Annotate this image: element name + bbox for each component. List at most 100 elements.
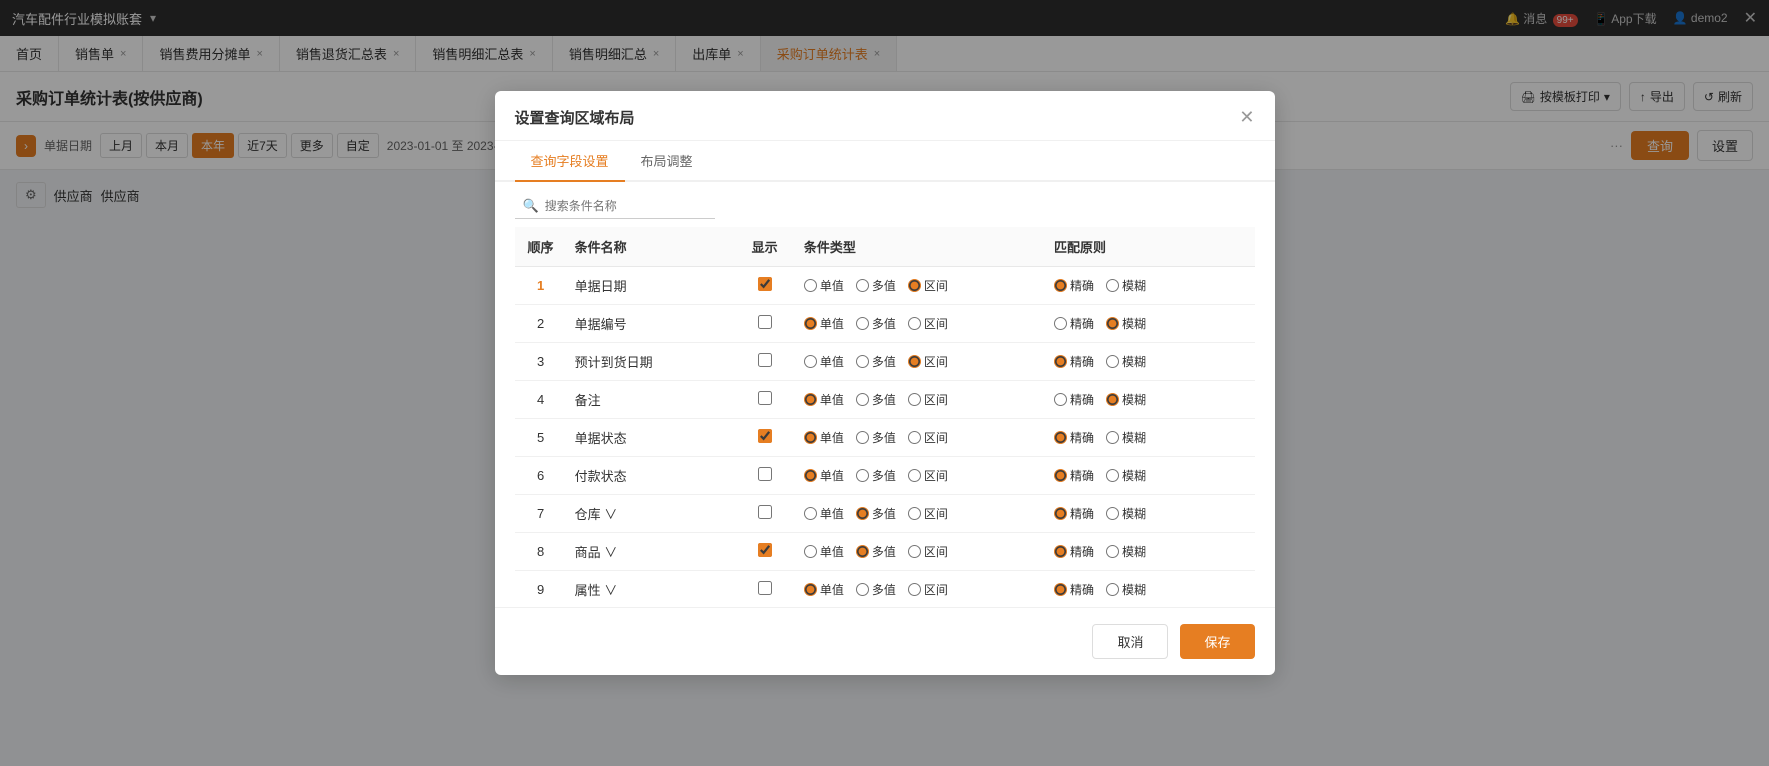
modal-tab-layout[interactable]: 布局调整 — [625, 141, 709, 182]
match-fuzzy-radio-8[interactable] — [1106, 545, 1119, 558]
match-fuzzy-label-1[interactable]: 模糊 — [1106, 277, 1146, 294]
type-single-label-8[interactable]: 单值 — [804, 543, 844, 560]
type-range-label-6[interactable]: 区间 — [908, 467, 948, 484]
type-single-label-6[interactable]: 单值 — [804, 467, 844, 484]
match-exact-label-2[interactable]: 精确 — [1054, 315, 1094, 332]
type-multi-label-3[interactable]: 多值 — [856, 353, 896, 370]
show-checkbox-2[interactable] — [758, 315, 772, 329]
type-multi-radio-2[interactable] — [856, 317, 869, 330]
match-exact-label-9[interactable]: 精确 — [1054, 581, 1094, 598]
type-multi-label-4[interactable]: 多值 — [856, 391, 896, 408]
show-checkbox-5[interactable] — [758, 429, 772, 443]
type-single-label-7[interactable]: 单值 — [804, 505, 844, 522]
match-fuzzy-radio-7[interactable] — [1106, 507, 1119, 520]
type-range-radio-2[interactable] — [908, 317, 921, 330]
type-multi-radio-1[interactable] — [856, 279, 869, 292]
match-exact-label-3[interactable]: 精确 — [1054, 353, 1094, 370]
type-multi-label-1[interactable]: 多值 — [856, 277, 896, 294]
match-fuzzy-label-6[interactable]: 模糊 — [1106, 467, 1146, 484]
show-checkbox-8[interactable] — [758, 543, 772, 557]
type-single-radio-5[interactable] — [804, 431, 817, 444]
match-exact-radio-7[interactable] — [1054, 507, 1067, 520]
type-multi-radio-7[interactable] — [856, 507, 869, 520]
show-checkbox-9[interactable] — [758, 581, 772, 595]
type-single-radio-4[interactable] — [804, 393, 817, 406]
match-exact-radio-9[interactable] — [1054, 583, 1067, 596]
match-fuzzy-label-9[interactable]: 模糊 — [1106, 581, 1146, 598]
type-range-label-8[interactable]: 区间 — [908, 543, 948, 560]
match-fuzzy-label-2[interactable]: 模糊 — [1106, 315, 1146, 332]
type-range-label-4[interactable]: 区间 — [908, 391, 948, 408]
search-input[interactable] — [545, 199, 705, 213]
type-range-label-3[interactable]: 区间 — [908, 353, 948, 370]
type-multi-label-5[interactable]: 多值 — [856, 429, 896, 446]
type-multi-radio-8[interactable] — [856, 545, 869, 558]
type-multi-label-6[interactable]: 多值 — [856, 467, 896, 484]
show-checkbox-7[interactable] — [758, 505, 772, 519]
type-range-label-1[interactable]: 区间 — [908, 277, 948, 294]
modal-close-button[interactable]: ✕ — [1239, 107, 1254, 128]
type-multi-radio-5[interactable] — [856, 431, 869, 444]
show-checkbox-1[interactable] — [758, 277, 772, 291]
type-multi-label-7[interactable]: 多值 — [856, 505, 896, 522]
type-single-radio-3[interactable] — [804, 355, 817, 368]
type-multi-radio-9[interactable] — [856, 583, 869, 596]
type-range-radio-8[interactable] — [908, 545, 921, 558]
match-fuzzy-label-4[interactable]: 模糊 — [1106, 391, 1146, 408]
type-single-label-2[interactable]: 单值 — [804, 315, 844, 332]
match-fuzzy-radio-3[interactable] — [1106, 355, 1119, 368]
match-fuzzy-radio-4[interactable] — [1106, 393, 1119, 406]
type-single-radio-2[interactable] — [804, 317, 817, 330]
show-checkbox-4[interactable] — [758, 391, 772, 405]
match-exact-radio-3[interactable] — [1054, 355, 1067, 368]
type-single-radio-1[interactable] — [804, 279, 817, 292]
match-exact-radio-8[interactable] — [1054, 545, 1067, 558]
match-exact-label-8[interactable]: 精确 — [1054, 543, 1094, 560]
type-range-radio-3[interactable] — [908, 355, 921, 368]
modal-tab-query-settings[interactable]: 查询字段设置 — [515, 141, 625, 182]
match-exact-radio-4[interactable] — [1054, 393, 1067, 406]
type-multi-radio-6[interactable] — [856, 469, 869, 482]
type-single-radio-9[interactable] — [804, 583, 817, 596]
match-exact-label-6[interactable]: 精确 — [1054, 467, 1094, 484]
match-exact-label-5[interactable]: 精确 — [1054, 429, 1094, 446]
match-exact-radio-6[interactable] — [1054, 469, 1067, 482]
type-multi-label-9[interactable]: 多值 — [856, 581, 896, 598]
type-range-label-5[interactable]: 区间 — [908, 429, 948, 446]
match-fuzzy-label-3[interactable]: 模糊 — [1106, 353, 1146, 370]
show-checkbox-6[interactable] — [758, 467, 772, 481]
type-range-label-7[interactable]: 区间 — [908, 505, 948, 522]
type-range-radio-4[interactable] — [908, 393, 921, 406]
type-single-radio-6[interactable] — [804, 469, 817, 482]
match-exact-label-7[interactable]: 精确 — [1054, 505, 1094, 522]
type-multi-radio-4[interactable] — [856, 393, 869, 406]
type-range-radio-7[interactable] — [908, 507, 921, 520]
match-fuzzy-radio-9[interactable] — [1106, 583, 1119, 596]
match-fuzzy-label-7[interactable]: 模糊 — [1106, 505, 1146, 522]
match-exact-label-4[interactable]: 精确 — [1054, 391, 1094, 408]
type-single-label-4[interactable]: 单值 — [804, 391, 844, 408]
match-fuzzy-label-5[interactable]: 模糊 — [1106, 429, 1146, 446]
type-single-radio-7[interactable] — [804, 507, 817, 520]
match-exact-label-1[interactable]: 精确 — [1054, 277, 1094, 294]
match-exact-radio-2[interactable] — [1054, 317, 1067, 330]
type-range-label-2[interactable]: 区间 — [908, 315, 948, 332]
type-multi-label-8[interactable]: 多值 — [856, 543, 896, 560]
save-button[interactable]: 保存 — [1180, 624, 1254, 659]
match-fuzzy-radio-6[interactable] — [1106, 469, 1119, 482]
cancel-button[interactable]: 取消 — [1092, 624, 1168, 659]
type-single-label-9[interactable]: 单值 — [804, 581, 844, 598]
type-range-radio-6[interactable] — [908, 469, 921, 482]
type-range-radio-1[interactable] — [908, 279, 921, 292]
type-range-radio-5[interactable] — [908, 431, 921, 444]
type-single-label-1[interactable]: 单值 — [804, 277, 844, 294]
match-exact-radio-5[interactable] — [1054, 431, 1067, 444]
match-exact-radio-1[interactable] — [1054, 279, 1067, 292]
show-checkbox-3[interactable] — [758, 353, 772, 367]
type-multi-radio-3[interactable] — [856, 355, 869, 368]
type-single-label-3[interactable]: 单值 — [804, 353, 844, 370]
type-range-label-9[interactable]: 区间 — [908, 581, 948, 598]
match-fuzzy-radio-5[interactable] — [1106, 431, 1119, 444]
type-multi-label-2[interactable]: 多值 — [856, 315, 896, 332]
type-range-radio-9[interactable] — [908, 583, 921, 596]
